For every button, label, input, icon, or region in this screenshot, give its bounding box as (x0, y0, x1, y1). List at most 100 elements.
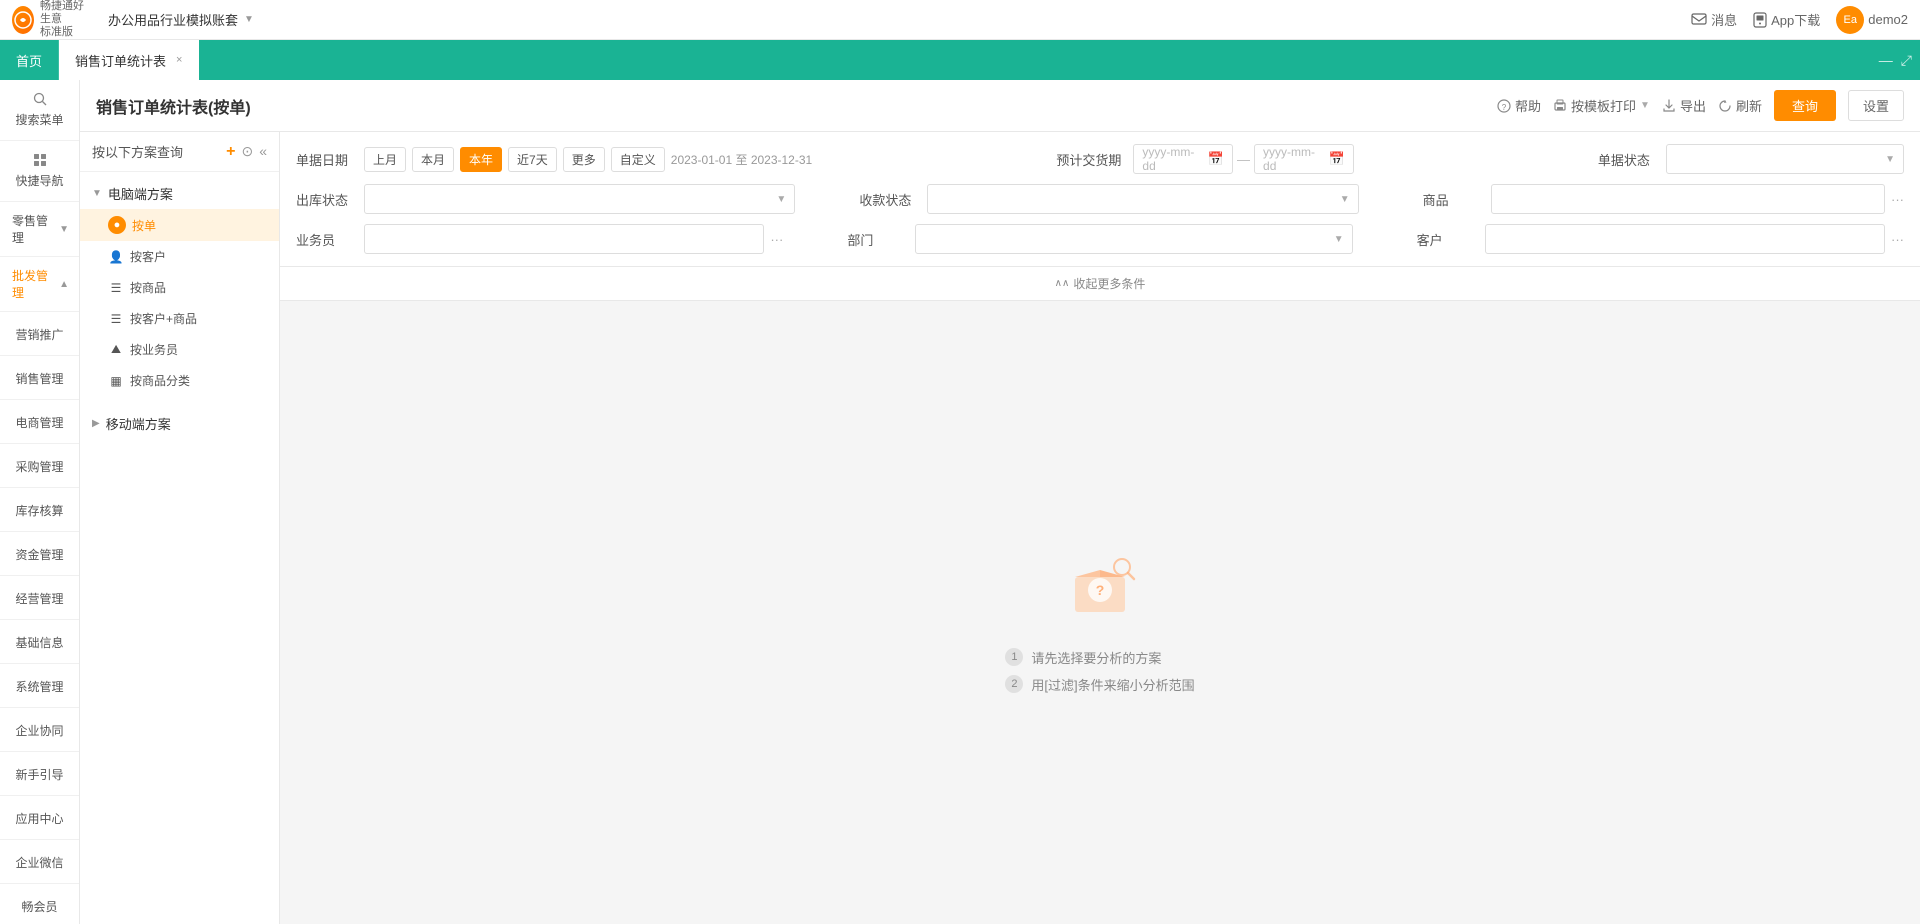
settings-button[interactable]: 设置 (1848, 90, 1904, 121)
empty-tip-2: 2 用[过滤]条件来缩小分析范围 (1005, 675, 1194, 694)
department-select[interactable]: ▼ (915, 224, 1352, 254)
sidebar-item-inventory[interactable]: 库存核算 (0, 488, 79, 532)
collapse-bar[interactable]: ∧∧ 收起更多条件 (280, 267, 1920, 301)
logo-area: 畅捷通好生意 标准版 (12, 0, 92, 39)
app-download-icon (1753, 12, 1767, 28)
sidebar-item-ecommerce[interactable]: 电商管理 (0, 400, 79, 444)
collapse-panel-button[interactable]: « (259, 143, 267, 161)
app-download-button[interactable]: App下载 (1753, 10, 1820, 29)
salesperson-input[interactable] (364, 224, 764, 254)
page-area: 销售订单统计表(按单) ? 帮助 按模板打印 ▼ 导出 刷新 (80, 80, 1920, 924)
refresh-button[interactable]: 刷新 (1718, 96, 1762, 115)
sidebar-item-newbie[interactable]: 新手引导 (0, 752, 79, 796)
empty-tips: 1 请先选择要分析的方案 2 用[过滤]条件来缩小分析范围 (1005, 648, 1194, 694)
pc-scheme-section: ▼ 电脑端方案 ● 按单 👤 按客户 ☰ 按商品 (80, 172, 279, 402)
shipment-status-select[interactable]: ▼ (364, 184, 795, 214)
last-7-days-button[interactable]: 近7天 (508, 147, 557, 172)
breadcrumb: 办公用品行业模拟账套 ▼ (100, 10, 1683, 29)
payment-status-label: 收款状态 (859, 190, 915, 209)
customer-icon: 👤 (108, 249, 124, 265)
active-scheme-badge: ● (108, 216, 126, 234)
message-icon (1691, 12, 1707, 28)
scheme-settings-icon[interactable]: ⊙ (241, 143, 253, 161)
payment-select-arrow: ▼ (1340, 194, 1350, 205)
sidebar-item-wholesale[interactable]: 批发管理 ▲ (0, 257, 79, 312)
scheme-item-by-goods[interactable]: ☰ 按商品 (80, 272, 279, 303)
goods-input[interactable] (1491, 184, 1885, 214)
scheme-item-by-goods-category[interactable]: ▦ 按商品分类 (80, 365, 279, 396)
chevron-down-icon: ▼ (1640, 100, 1650, 111)
chevron-right-icon: ▶ (92, 418, 100, 429)
maximize-button[interactable]: ⤢ (1901, 52, 1912, 69)
scheme-item-by-salesperson[interactable]: ⛰ 按业务员 (80, 334, 279, 365)
help-icon: ? (1497, 99, 1511, 113)
sidebar-item-base[interactable]: 基础信息 (0, 620, 79, 664)
sidebar-item-member[interactable]: 畅会员 (0, 884, 79, 924)
goods-more-button[interactable]: ··· (1891, 192, 1904, 207)
collapse-icon: ∧∧ (1055, 278, 1070, 289)
delivery-date-start-input[interactable]: yyyy-mm-dd 📅 (1133, 144, 1233, 174)
tab-close-icon[interactable]: × (176, 54, 182, 66)
sidebar-item-operations[interactable]: 经营管理 (0, 576, 79, 620)
sidebar-item-marketing[interactable]: 营销推广 (0, 312, 79, 356)
status-label: 单据状态 (1598, 150, 1654, 169)
sidebar-item-corp[interactable]: 企业协同 (0, 708, 79, 752)
sidebar-search[interactable]: 搜索菜单 (0, 80, 79, 141)
delivery-date-label: 预计交货期 (1056, 150, 1121, 169)
filter-panel: 单据日期 上月 本月 本年 近7天 更多 自定义 2023-01-01 至 20… (280, 132, 1920, 267)
customer-more-button[interactable]: ··· (1891, 232, 1904, 247)
print-icon (1553, 99, 1567, 113)
sidebar-item-purchase[interactable]: 采购管理 (0, 444, 79, 488)
pc-scheme-section-title[interactable]: ▼ 电脑端方案 (80, 178, 279, 209)
scheme-panel-header: 按以下方案查询 + ⊙ « (80, 132, 279, 172)
tab-sales-order-stats[interactable]: 销售订单统计表 × (59, 40, 199, 80)
sidebar-item-system[interactable]: 系统管理 (0, 664, 79, 708)
salesperson-more-button[interactable]: ··· (770, 232, 783, 247)
dept-select-arrow: ▼ (1334, 234, 1344, 245)
print-button[interactable]: 按模板打印 ▼ (1553, 96, 1650, 115)
sidebar-item-sales[interactable]: 销售管理 (0, 356, 79, 400)
chevron-down-icon: ▼ (59, 224, 69, 235)
more-date-button[interactable]: 更多 (563, 147, 605, 172)
this-year-button[interactable]: 本年 (460, 147, 502, 172)
chevron-down-icon: ▼ (244, 14, 254, 25)
svg-text:?: ? (1096, 582, 1105, 598)
status-select[interactable]: ▼ (1666, 144, 1904, 174)
user-menu-button[interactable]: Ea demo2 (1836, 6, 1908, 34)
filter-row-2: 出库状态 ▼ 收款状态 ▼ 商品 (296, 184, 1904, 214)
message-button[interactable]: 消息 (1691, 10, 1737, 29)
delivery-date-end-input[interactable]: yyyy-mm-dd 📅 (1254, 144, 1354, 174)
this-month-button[interactable]: 本月 (412, 147, 454, 172)
sidebar-item-apps[interactable]: 应用中心 (0, 796, 79, 840)
mobile-scheme-section-title[interactable]: ▶ 移动端方案 (80, 408, 279, 439)
scheme-item-by-customer-goods[interactable]: ☰ 按客户+商品 (80, 303, 279, 334)
chevron-down-icon: ▼ (92, 188, 102, 199)
goods-icon: ☰ (108, 280, 124, 296)
help-button[interactable]: ? 帮助 (1497, 96, 1541, 115)
query-button[interactable]: 查询 (1774, 90, 1836, 121)
sidebar-quick-nav[interactable]: 快捷导航 (0, 141, 79, 202)
refresh-icon (1718, 99, 1732, 113)
payment-status-select[interactable]: ▼ (927, 184, 1358, 214)
export-button[interactable]: 导出 (1662, 96, 1706, 115)
scheme-item-by-order[interactable]: ● 按单 (80, 209, 279, 241)
empty-svg: ? (1050, 532, 1150, 632)
tab-home[interactable]: 首页 (0, 40, 59, 80)
filter-row-1: 单据日期 上月 本月 本年 近7天 更多 自定义 2023-01-01 至 20… (296, 144, 1904, 174)
last-month-button[interactable]: 上月 (364, 147, 406, 172)
date-button-group: 上月 本月 本年 近7天 更多 自定义 2023-01-01 至 2023-12… (364, 147, 812, 172)
scheme-panel: 按以下方案查询 + ⊙ « ▼ 电脑端方案 ● 按单 (80, 132, 280, 924)
page-title: 销售订单统计表(按单) (96, 94, 251, 118)
calendar-end-icon: 📅 (1328, 151, 1344, 167)
sidebar-item-retail[interactable]: 零售管理 ▼ (0, 202, 79, 257)
minimize-button[interactable]: — (1879, 52, 1893, 68)
scheme-item-by-customer[interactable]: 👤 按客户 (80, 241, 279, 272)
customer-input[interactable] (1485, 224, 1885, 254)
chevron-up-icon: ▲ (59, 279, 69, 290)
sidebar-item-wechat[interactable]: 企业微信 (0, 840, 79, 884)
add-scheme-button[interactable]: + (226, 143, 235, 161)
customer-input-area: ··· (1485, 224, 1904, 254)
sidebar-item-finance[interactable]: 资金管理 (0, 532, 79, 576)
nav-tab-actions: — ⤢ (1879, 40, 1920, 80)
custom-date-button[interactable]: 自定义 (611, 147, 665, 172)
